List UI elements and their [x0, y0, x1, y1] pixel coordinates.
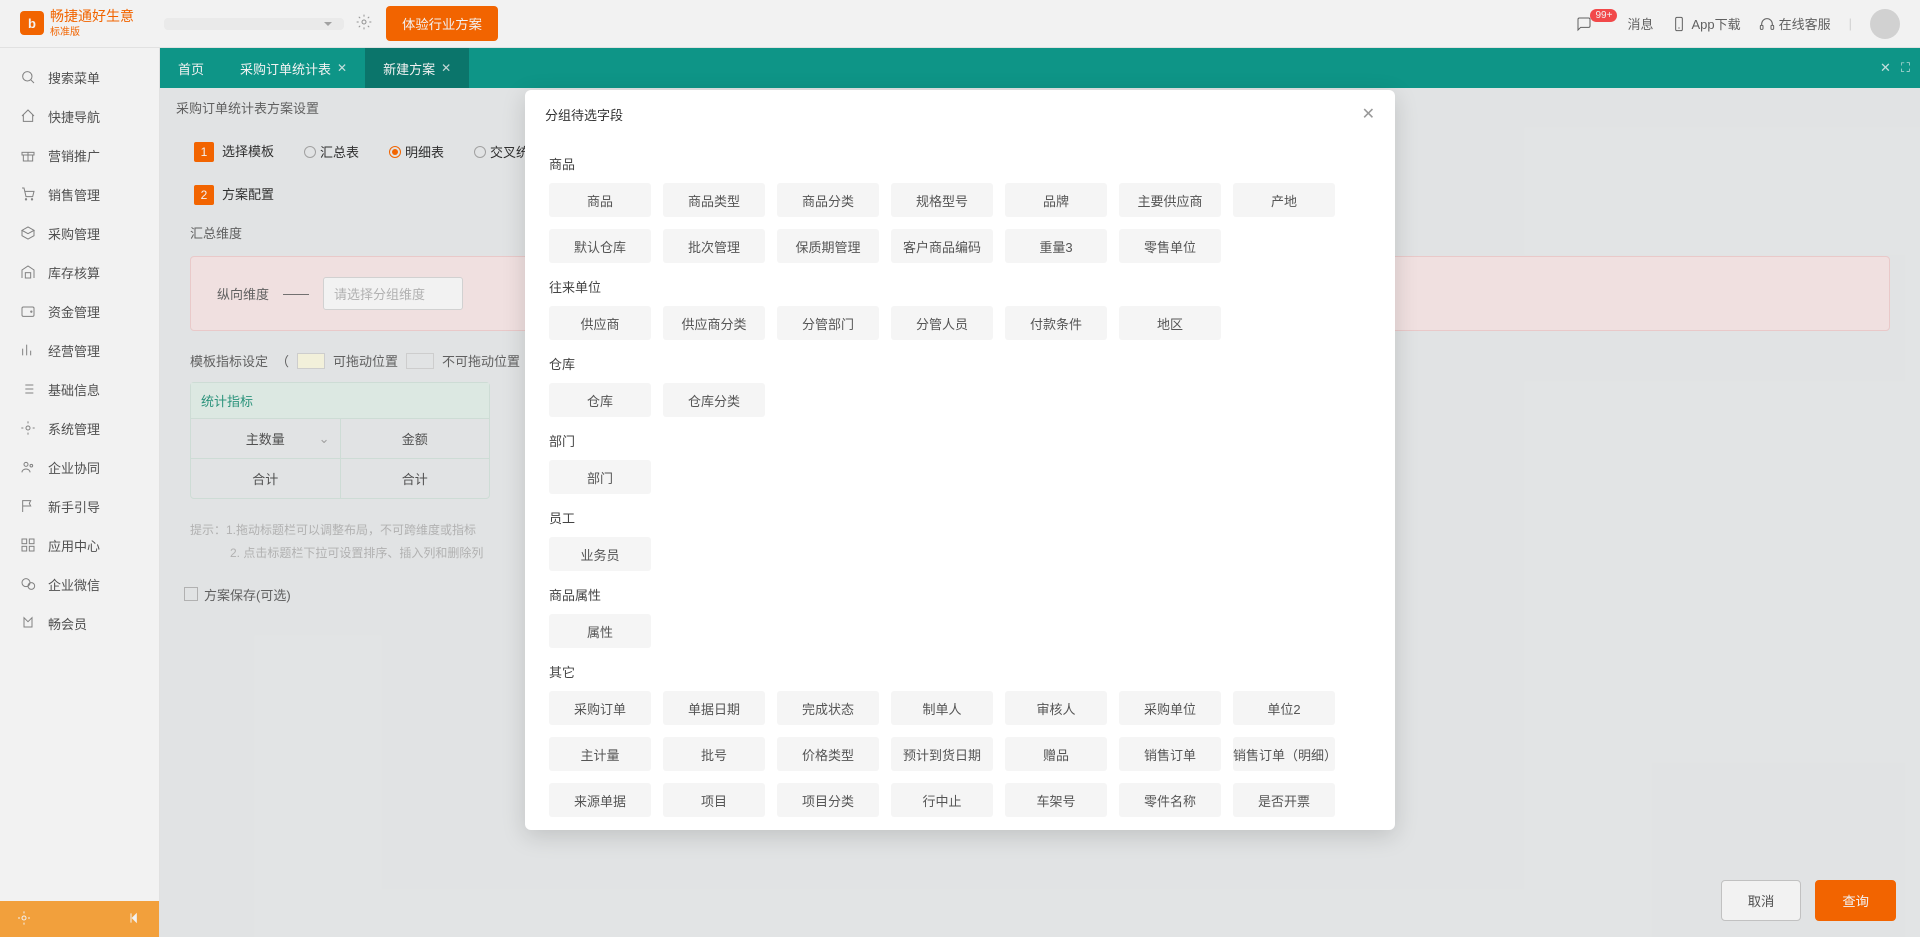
field-group: 商品商品商品类型商品分类规格型号品牌主要供应商产地默认仓库批次管理保质期管理客户… [549, 154, 1371, 263]
field-group-title: 部门 [549, 431, 1371, 450]
field-group-title: 员工 [549, 508, 1371, 527]
field-option[interactable]: 地区 [1119, 306, 1221, 340]
field-group-title: 往来单位 [549, 277, 1371, 296]
field-group: 其它采购订单单据日期完成状态制单人审核人采购单位单位2 主计量批号价格类型预计到货… [549, 662, 1371, 817]
field-option[interactable]: 规格型号 [891, 183, 993, 217]
field-option[interactable]: 销售订单（明细） [1233, 737, 1335, 771]
modal-close-icon[interactable]: ✕ [1362, 104, 1375, 124]
field-option[interactable]: 行中止 [891, 783, 993, 817]
field-option[interactable]: 供应商 [549, 306, 651, 340]
field-option[interactable]: 重量3 [1005, 229, 1107, 263]
field-option[interactable]: 默认仓库 [549, 229, 651, 263]
field-option[interactable]: 商品 [549, 183, 651, 217]
field-option[interactable]: 审核人 [1005, 691, 1107, 725]
field-option[interactable]: 项目 [663, 783, 765, 817]
field-option[interactable]: 销售订单 [1119, 737, 1221, 771]
field-option[interactable]: 付款条件 [1005, 306, 1107, 340]
field-group-title: 仓库 [549, 354, 1371, 373]
field-option[interactable]: 制单人 [891, 691, 993, 725]
field-group: 仓库仓库仓库分类 [549, 354, 1371, 417]
field-option[interactable]: 品牌 [1005, 183, 1107, 217]
field-option[interactable]: 产地 [1233, 183, 1335, 217]
field-option[interactable]: 商品类型 [663, 183, 765, 217]
field-group: 往来单位供应商供应商分类分管部门分管人员付款条件地区 [549, 277, 1371, 340]
field-option[interactable]: 项目分类 [777, 783, 879, 817]
field-option[interactable]: 零售单位 [1119, 229, 1221, 263]
field-option[interactable]: 单位2 [1233, 691, 1335, 725]
field-modal: 分组待选字段 ✕ 商品商品商品类型商品分类规格型号品牌主要供应商产地默认仓库批次… [525, 90, 1395, 830]
field-option[interactable]: 零件名称 [1119, 783, 1221, 817]
field-option[interactable]: 保质期管理 [777, 229, 879, 263]
field-group: 商品属性属性 [549, 585, 1371, 648]
modal-title: 分组待选字段 [545, 105, 623, 124]
field-group: 部门部门 [549, 431, 1371, 494]
field-option[interactable]: 是否开票 [1233, 783, 1335, 817]
field-group-title: 商品 [549, 154, 1371, 173]
field-option[interactable]: 部门 [549, 460, 651, 494]
field-option[interactable]: 仓库 [549, 383, 651, 417]
field-option[interactable]: 采购订单 [549, 691, 651, 725]
modal-body: 商品商品商品类型商品分类规格型号品牌主要供应商产地默认仓库批次管理保质期管理客户… [525, 138, 1395, 830]
field-option[interactable]: 来源单据 [549, 783, 651, 817]
field-group-title: 商品属性 [549, 585, 1371, 604]
field-option[interactable]: 分管人员 [891, 306, 993, 340]
field-option[interactable]: 单据日期 [663, 691, 765, 725]
field-option[interactable]: 属性 [549, 614, 651, 648]
field-option[interactable]: 批号 [663, 737, 765, 771]
field-option[interactable]: 采购单位 [1119, 691, 1221, 725]
field-option[interactable]: 预计到货日期 [891, 737, 993, 771]
field-option[interactable]: 仓库分类 [663, 383, 765, 417]
field-option[interactable]: 主要供应商 [1119, 183, 1221, 217]
field-group-title: 其它 [549, 662, 1371, 681]
field-option[interactable]: 赠品 [1005, 737, 1107, 771]
modal-header: 分组待选字段 ✕ [525, 90, 1395, 138]
field-option[interactable]: 分管部门 [777, 306, 879, 340]
field-option[interactable]: 完成状态 [777, 691, 879, 725]
field-group: 员工业务员 [549, 508, 1371, 571]
field-option[interactable]: 批次管理 [663, 229, 765, 263]
field-option[interactable]: 价格类型 [777, 737, 879, 771]
field-option[interactable]: 商品分类 [777, 183, 879, 217]
field-option[interactable]: 业务员 [549, 537, 651, 571]
field-option[interactable]: 车架号 [1005, 783, 1107, 817]
field-option[interactable]: 客户商品编码 [891, 229, 993, 263]
field-option[interactable]: 主计量 [549, 737, 651, 771]
field-option[interactable]: 供应商分类 [663, 306, 765, 340]
